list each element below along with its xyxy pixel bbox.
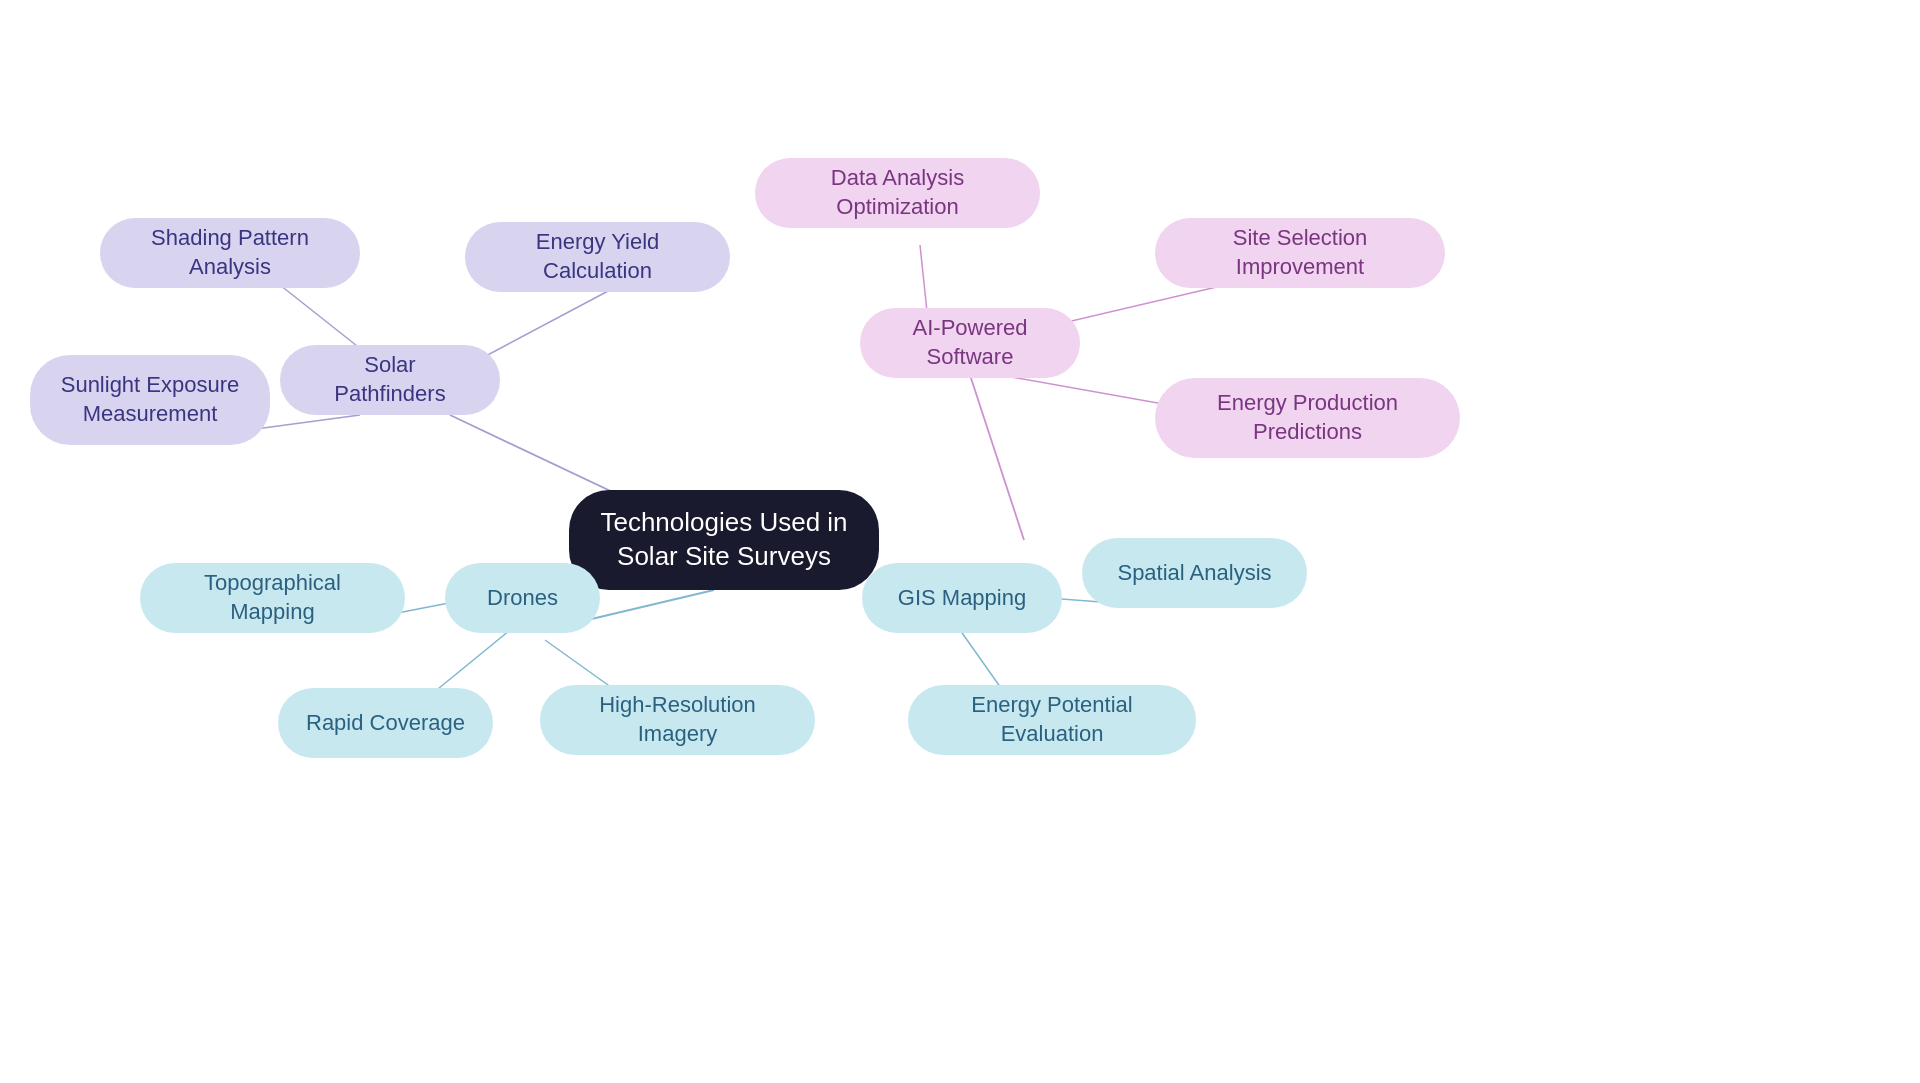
diagram-container: Technologies Used in Solar Site Surveys … <box>0 0 1920 1083</box>
node-data-analysis: Data Analysis Optimization <box>755 158 1040 228</box>
center-node: Technologies Used in Solar Site Surveys <box>569 490 879 590</box>
node-solar-pathfinders: Solar Pathfinders <box>280 345 500 415</box>
node-drones: Drones <box>445 563 600 633</box>
node-ai-software: AI-Powered Software <box>860 308 1080 378</box>
node-topographical: Topographical Mapping <box>140 563 405 633</box>
node-spatial-analysis: Spatial Analysis <box>1082 538 1307 608</box>
node-gis-mapping: GIS Mapping <box>862 563 1062 633</box>
node-rapid-coverage: Rapid Coverage <box>278 688 493 758</box>
node-shading-pattern: Shading Pattern Analysis <box>100 218 360 288</box>
node-energy-potential: Energy Potential Evaluation <box>908 685 1196 755</box>
node-energy-yield: Energy Yield Calculation <box>465 222 730 292</box>
node-high-res: High-Resolution Imagery <box>540 685 815 755</box>
node-sunlight-exposure: Sunlight Exposure Measurement <box>30 355 270 445</box>
node-energy-production: Energy Production Predictions <box>1155 378 1460 458</box>
node-site-selection: Site Selection Improvement <box>1155 218 1445 288</box>
svg-line-1 <box>970 375 1024 540</box>
